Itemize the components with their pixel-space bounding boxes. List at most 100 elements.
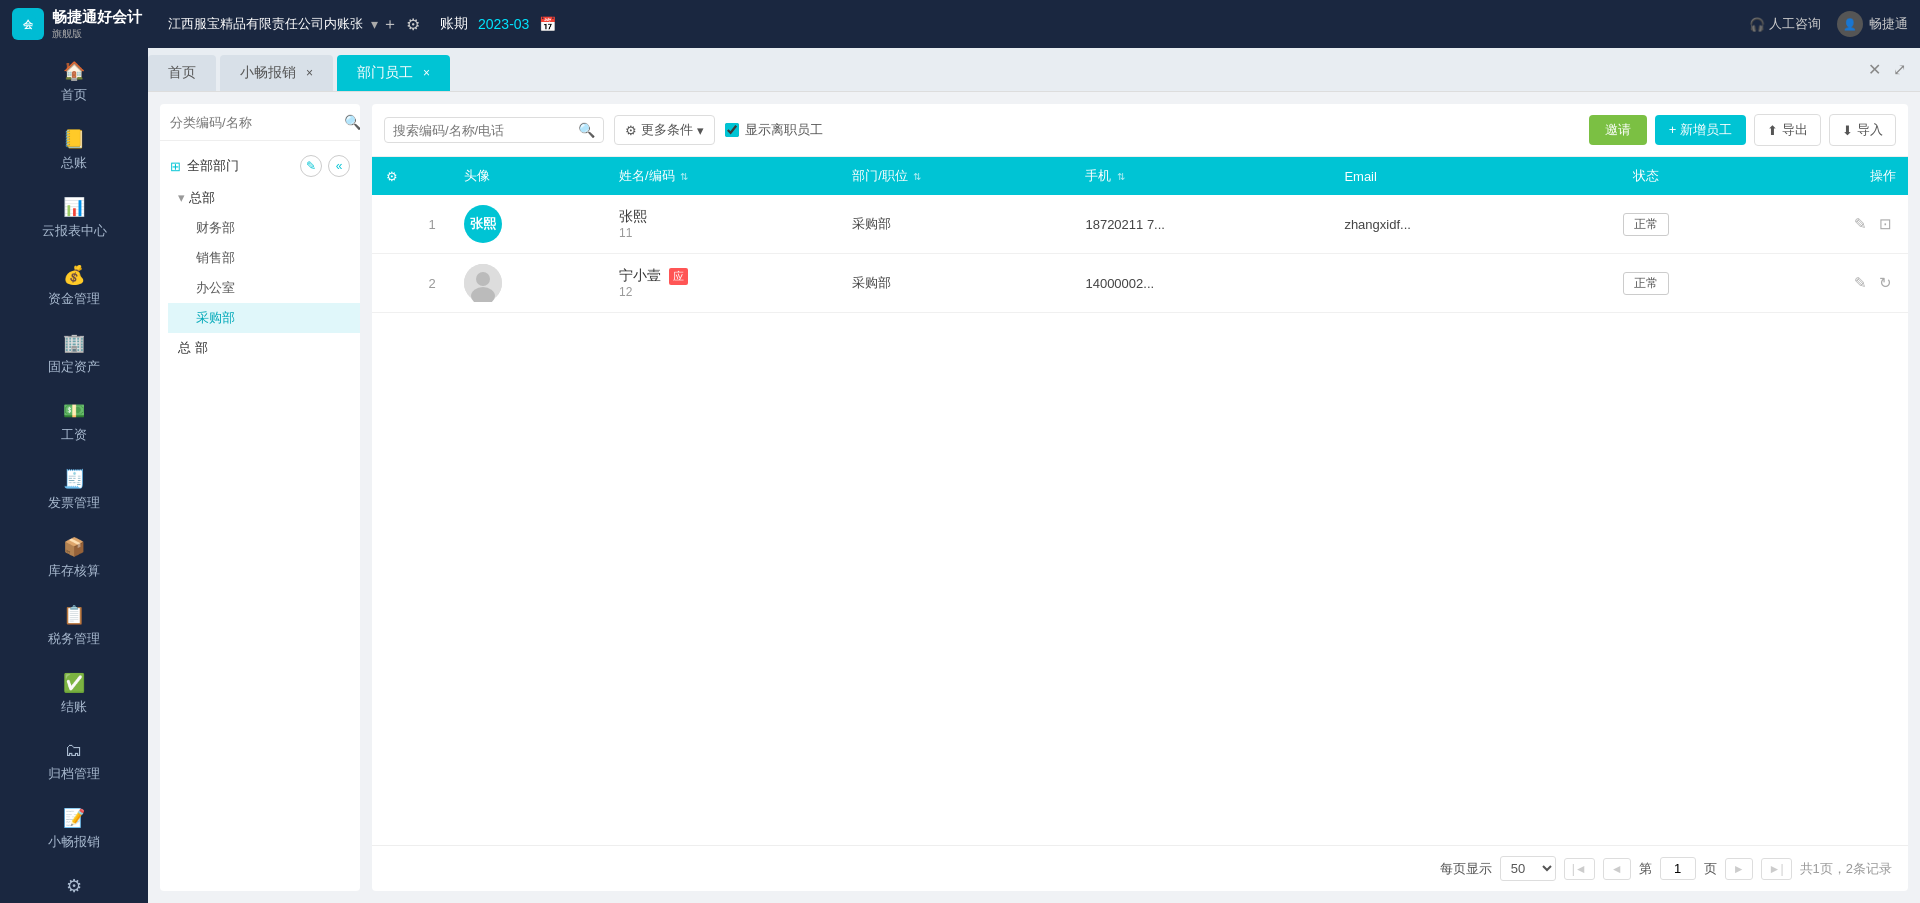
delete-button-1[interactable]: ⊡ <box>1875 213 1896 235</box>
employees-panel: 🔍 ⚙ 更多条件 ▾ 显示离职员工 邀请 + 新增员工 <box>372 104 1908 891</box>
th-mobile[interactable]: 手机 ⇅ <box>1073 157 1332 195</box>
sidebar-item-tax[interactable]: 📋 税务管理 <box>0 592 148 660</box>
add-employee-button[interactable]: + 新增员工 <box>1655 115 1746 145</box>
employees-table: ⚙ 头像 姓名/编码 ⇅ 部门/职位 ⇅ 手机 ⇅ <box>372 157 1908 845</box>
tab-employees[interactable]: 部门员工 × <box>337 55 450 91</box>
row-status-2: 正常 <box>1559 254 1734 313</box>
prev-page-button[interactable]: ◄ <box>1603 858 1631 880</box>
sidebar-item-fixed-assets[interactable]: 🏢 固定资产 <box>0 320 148 388</box>
sidebar-item-home[interactable]: 🏠 首页 <box>0 48 148 116</box>
support-label: 人工咨询 <box>1769 15 1821 33</box>
next-page-button[interactable]: ► <box>1725 858 1753 880</box>
add-dept-button[interactable]: ✎ <box>300 155 322 177</box>
row-status-1: 正常 <box>1559 195 1734 254</box>
refresh-button-2[interactable]: ↻ <box>1875 272 1896 294</box>
tab-expand-button[interactable]: ⤢ <box>1891 58 1908 81</box>
avatar-circle-1: 张熙 <box>464 205 502 243</box>
funds-icon: 💰 <box>63 264 85 286</box>
sidebar-item-closing[interactable]: ✅ 结账 <box>0 660 148 728</box>
tab-expense-label: 小畅报销 <box>240 64 296 82</box>
dept-tree: ⊞ 全部部门 ✎ « <box>160 141 360 891</box>
settings-button[interactable]: ⚙ <box>402 11 424 38</box>
sidebar-item-invoice[interactable]: 🧾 发票管理 <box>0 456 148 524</box>
emp-status-2: 正常 <box>1623 272 1669 295</box>
th-actions: 操作 <box>1734 157 1908 195</box>
emp-code-1: 11 <box>619 226 828 240</box>
th-avatar: 头像 <box>452 157 607 195</box>
invite-button[interactable]: 邀请 <box>1589 115 1647 145</box>
dept-item-office[interactable]: 办公室 <box>168 273 360 303</box>
support-button[interactable]: 🎧 人工咨询 <box>1749 15 1821 33</box>
edit-button-1[interactable]: ✎ <box>1850 213 1871 235</box>
sidebar-item-salary[interactable]: 💵 工资 <box>0 388 148 456</box>
header-right: 🎧 人工咨询 👤 畅捷通 <box>1749 11 1908 37</box>
dept-item-finance[interactable]: 财务部 <box>168 213 360 243</box>
tab-controls: ✕ ⤢ <box>1866 48 1920 91</box>
page-input[interactable] <box>1660 857 1696 880</box>
dept-search-icon[interactable]: 🔍 <box>344 114 360 130</box>
resigned-tag: 应 <box>669 268 688 285</box>
sort-name-icon: ⇅ <box>680 171 688 182</box>
sidebar-item-archive[interactable]: 🗂 归档管理 <box>0 728 148 795</box>
sidebar-item-label: 小畅报销 <box>48 833 100 851</box>
employee-search-icon[interactable]: 🔍 <box>578 122 595 138</box>
archive-icon: 🗂 <box>65 740 83 761</box>
tab-home[interactable]: 首页 <box>148 55 216 91</box>
tab-bar: 首页 小畅报销 × 部门员工 × ✕ ⤢ <box>148 48 1920 92</box>
row-dept-2: 采购部 <box>840 254 1073 313</box>
collapse-tree-button[interactable]: « <box>328 155 350 177</box>
edit-button-2[interactable]: ✎ <box>1850 272 1871 294</box>
dept-item-hq2[interactable]: 总 部 <box>168 333 360 363</box>
dept-search-input[interactable] <box>170 115 338 130</box>
sidebar-item-expense[interactable]: 📝 小畅报销 <box>0 795 148 863</box>
emp-email-1: zhangxidf... <box>1344 217 1411 232</box>
row-checkbox-1[interactable] <box>372 195 412 254</box>
calendar-icon[interactable]: 📅 <box>539 16 556 32</box>
per-page-select[interactable]: 50 10 20 100 <box>1500 856 1556 881</box>
last-page-button[interactable]: ►| <box>1761 858 1792 880</box>
user-info[interactable]: 👤 畅捷通 <box>1837 11 1908 37</box>
logo-subtitle: 旗舰版 <box>52 27 142 41</box>
logo-text-wrap: 畅捷通好会计 旗舰版 <box>52 8 142 41</box>
first-page-button[interactable]: |◄ <box>1564 858 1595 880</box>
company-dropdown-icon[interactable]: ▾ <box>371 16 378 32</box>
sidebar-item-label: 结账 <box>61 698 87 716</box>
sidebar-item-settings[interactable]: ⚙ 基础设置 <box>0 863 148 903</box>
page-unit: 页 <box>1704 860 1717 878</box>
dept-item-general-hq[interactable]: ▾总部 <box>168 183 360 213</box>
sidebar-item-label: 资金管理 <box>48 290 100 308</box>
row-dept-1: 采购部 <box>840 195 1073 254</box>
add-tab-button[interactable]: ＋ <box>378 10 402 39</box>
home-icon: 🏠 <box>63 60 85 82</box>
ledger-icon: 📒 <box>63 128 85 150</box>
row-checkbox-2[interactable] <box>372 254 412 313</box>
more-conditions-button[interactable]: ⚙ 更多条件 ▾ <box>614 115 715 145</box>
filter-icon: ⚙ <box>625 123 637 138</box>
company-selector[interactable]: 江西服宝精品有限责任公司内账张 ▾ <box>168 15 378 33</box>
export-button[interactable]: ⬆ 导出 <box>1754 114 1821 146</box>
tab-close-button[interactable]: ✕ <box>1866 58 1883 81</box>
th-name-code[interactable]: 姓名/编码 ⇅ <box>607 157 840 195</box>
sidebar-item-inventory[interactable]: 📦 库存核算 <box>0 524 148 592</box>
dept-item-sales[interactable]: 销售部 <box>168 243 360 273</box>
employee-search-input[interactable] <box>393 123 572 138</box>
tab-expense[interactable]: 小畅报销 × <box>220 55 333 91</box>
dept-item-purchasing[interactable]: 采购部 <box>168 303 360 333</box>
cloud-report-icon: 📊 <box>63 196 85 218</box>
period-value: 2023-03 <box>478 16 529 32</box>
invoice-icon: 🧾 <box>63 468 85 490</box>
sidebar-item-cloud-reports[interactable]: 📊 云报表中心 <box>0 184 148 252</box>
inventory-icon: 📦 <box>63 536 85 558</box>
th-email: Email <box>1332 157 1558 195</box>
tab-expense-close[interactable]: × <box>306 66 313 80</box>
sidebar-item-general-ledger[interactable]: 📒 总账 <box>0 116 148 184</box>
th-settings[interactable]: ⚙ <box>372 157 412 195</box>
show-resigned-checkbox[interactable] <box>725 123 739 137</box>
emp-code-2: 12 <box>619 285 828 299</box>
search-wrap: 🔍 <box>384 117 604 143</box>
all-dept-label[interactable]: ⊞ 全部部门 <box>170 157 239 175</box>
tab-employees-close[interactable]: × <box>423 66 430 80</box>
th-dept-position[interactable]: 部门/职位 ⇅ <box>840 157 1073 195</box>
import-button[interactable]: ⬇ 导入 <box>1829 114 1896 146</box>
sidebar-item-funds[interactable]: 💰 资金管理 <box>0 252 148 320</box>
